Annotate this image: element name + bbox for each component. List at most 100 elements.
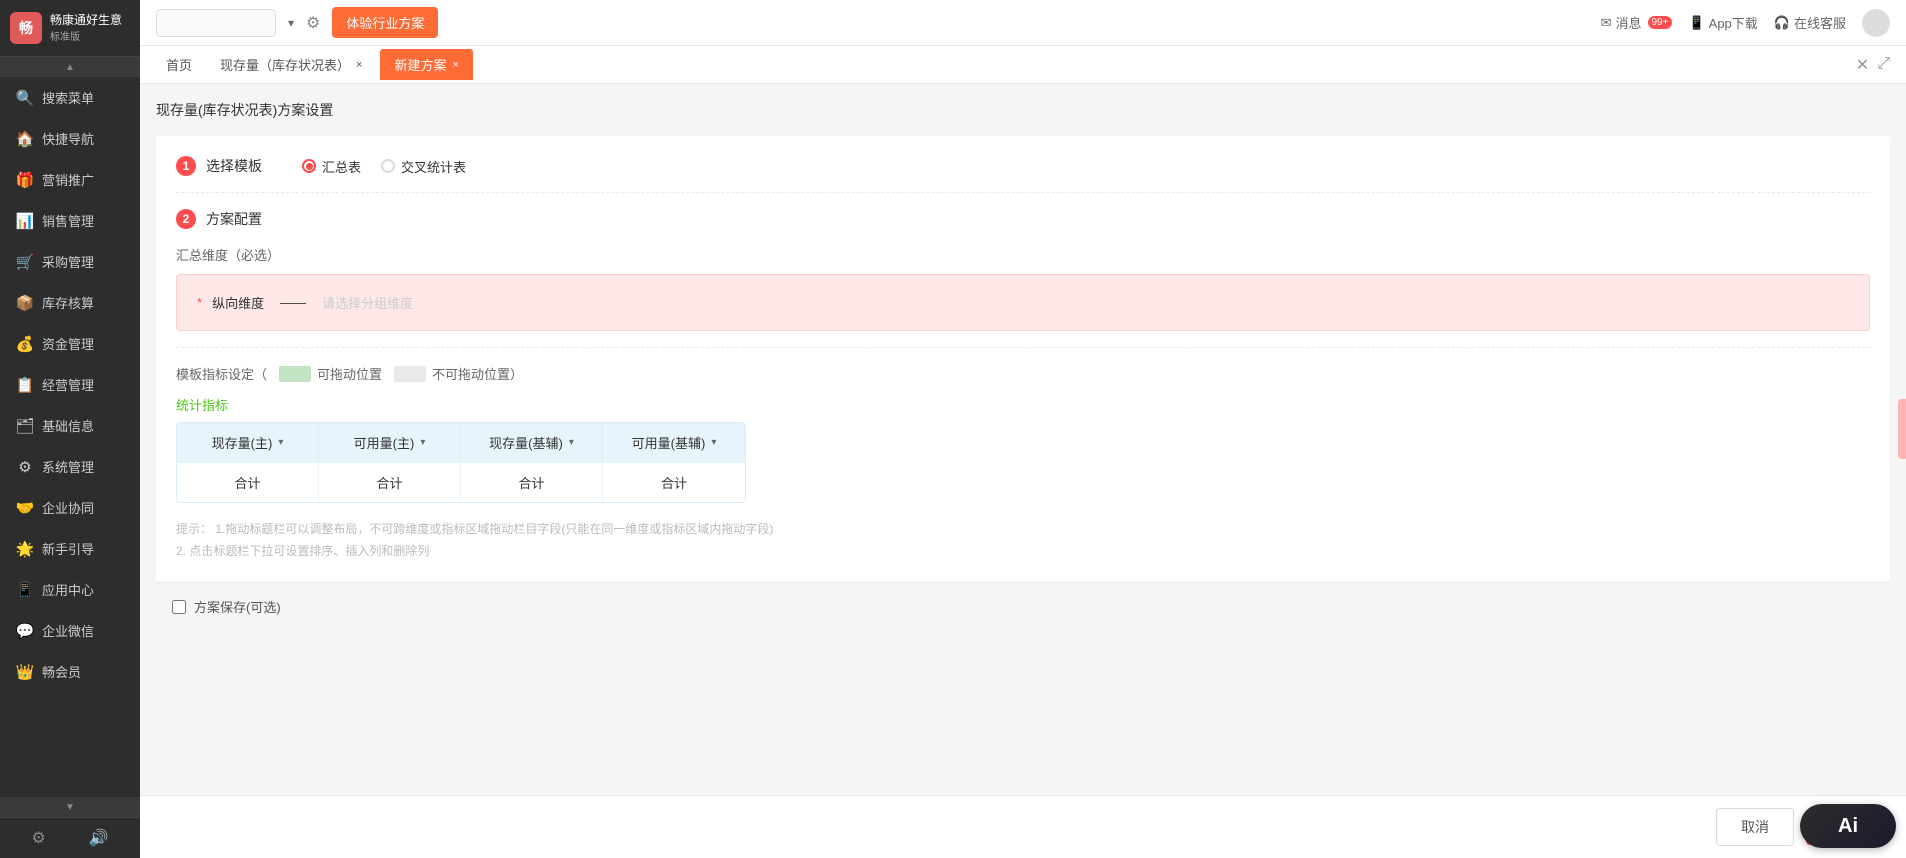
- cell-1-3: 合计: [461, 463, 603, 502]
- sidebar-item-basic[interactable]: 🗂 基础信息: [0, 405, 140, 446]
- tab-new-plan-label: 新建方案: [394, 55, 446, 74]
- sidebar-item-guide[interactable]: 🌟 新手引导: [0, 528, 140, 569]
- sidebar-item-appstore[interactable]: 📱 应用中心: [0, 569, 140, 610]
- stats-table: 现存量(主) ▾ 可用量(主) ▾ 现存量(基辅) ▾ 可用量(基辅) ▾: [176, 422, 746, 503]
- avatar[interactable]: [1862, 9, 1890, 37]
- sidebar-scroll-up[interactable]: ▲: [0, 57, 140, 77]
- sidebar-item-purchase[interactable]: 🛒 采购管理: [0, 241, 140, 282]
- col-header-4[interactable]: 可用量(基辅) ▾: [603, 423, 745, 462]
- stats-title: 统计指标: [176, 395, 1870, 414]
- summary-dim-label: 汇总维度（必选）: [176, 245, 1870, 264]
- topbar: ▾ ⚙ 体验行业方案 ✉ 消息 99+ 📱 App下载 🎧 在线客服: [140, 0, 1906, 46]
- cancel-button[interactable]: 取消: [1716, 808, 1794, 846]
- nodrag-label: 不可拖动位置）: [432, 364, 523, 383]
- nodrag-indicator: 不可拖动位置）: [394, 364, 523, 383]
- app-icon: 📱: [16, 581, 34, 599]
- sidebar-label-nav: 快捷导航: [42, 129, 94, 148]
- tab-home[interactable]: 首页: [156, 49, 202, 80]
- tab-inventory-close[interactable]: ×: [356, 59, 362, 71]
- sidebar-item-search[interactable]: 🔍 搜索菜单: [0, 77, 140, 118]
- cell-1-2: 合计: [319, 463, 461, 502]
- search-input[interactable]: [156, 9, 276, 37]
- sidebar-label-inventory: 库存核算: [42, 293, 94, 312]
- message-item[interactable]: ✉ 消息 99+: [1601, 13, 1673, 32]
- nodrag-box: [394, 366, 426, 382]
- vertical-dim-label: 纵向维度: [212, 293, 264, 312]
- search-icon: 🔍: [16, 89, 34, 107]
- save-checkbox[interactable]: [172, 600, 186, 614]
- save-row: 方案保存(可选): [156, 582, 1890, 630]
- step1-title: 选择模板: [206, 156, 262, 176]
- col2-label: 可用量(主): [354, 433, 415, 452]
- basic-icon: 🗂: [16, 417, 34, 435]
- gift-icon: 🎁: [16, 171, 34, 189]
- sidebar-item-management[interactable]: 📋 经营管理: [0, 364, 140, 405]
- dim-placeholder: 请选择分组维度: [322, 293, 413, 312]
- radio-summary-circle[interactable]: [302, 159, 316, 173]
- col3-label: 现存量(基辅): [489, 433, 563, 452]
- sidebar-label-sales: 销售管理: [42, 211, 94, 230]
- cart-icon: 🛒: [16, 253, 34, 271]
- sidebar-label-search: 搜索菜单: [42, 88, 94, 107]
- sidebar-item-nav[interactable]: 🏠 快捷导航: [0, 118, 140, 159]
- system-icon: ⚙: [16, 458, 34, 476]
- sidebar-item-system[interactable]: ⚙ 系统管理: [0, 446, 140, 487]
- main-content: ▾ ⚙ 体验行业方案 ✉ 消息 99+ 📱 App下载 🎧 在线客服 首页 现存…: [140, 0, 1906, 858]
- col-header-1[interactable]: 现存量(主) ▾: [177, 423, 319, 462]
- sidebar-item-inventory[interactable]: 📦 库存核算: [0, 282, 140, 323]
- home-icon: 🏠: [16, 130, 34, 148]
- drag-label: 可拖动位置: [317, 364, 382, 383]
- drag-box: [279, 366, 311, 382]
- drag-indicator: 可拖动位置: [279, 364, 382, 383]
- collapse-icon[interactable]: ✕: [1856, 55, 1869, 75]
- page-title: 现存量(库存状况表)方案设置: [156, 100, 1890, 120]
- divider2: [176, 347, 1870, 348]
- sidebar-item-marketing[interactable]: 🎁 营销推广: [0, 159, 140, 200]
- field-row[interactable]: * 纵向维度 —— 请选择分组维度: [176, 274, 1870, 331]
- sidebar-item-member[interactable]: 👑 畅会员: [0, 651, 140, 692]
- step1-badge: 1: [176, 156, 196, 176]
- sidebar-nav: 🔍 搜索菜单 🏠 快捷导航 🎁 营销推广 📊 销售管理 🛒 采购管理 📦 库存核…: [0, 77, 140, 797]
- cell-1-1: 合计: [177, 463, 319, 502]
- expand-icon[interactable]: ⤢: [1877, 55, 1890, 75]
- industry-btn[interactable]: 体验行业方案: [332, 7, 438, 38]
- service-item[interactable]: 🎧 在线客服: [1774, 13, 1846, 32]
- radio-cross[interactable]: 交叉统计表: [381, 157, 466, 176]
- radio-cross-circle[interactable]: [381, 159, 395, 173]
- tabs-bar: 首页 现存量（库存状况表） × 新建方案 × ✕ ⤢: [140, 46, 1906, 84]
- col-header-2[interactable]: 可用量(主) ▾: [319, 423, 461, 462]
- sidebar-scroll-down[interactable]: ▼: [0, 797, 140, 817]
- message-label: 消息: [1615, 13, 1641, 32]
- message-badge: 99+: [1648, 16, 1673, 29]
- save-label: 方案保存(可选): [194, 597, 281, 616]
- chevron-2[interactable]: ▾: [420, 437, 425, 448]
- sidebar-item-finance[interactable]: 💰 资金管理: [0, 323, 140, 364]
- ai-badge[interactable]: Ai: [1800, 804, 1896, 848]
- chevron-3[interactable]: ▾: [569, 437, 574, 448]
- sidebar-item-wechat[interactable]: 💬 企业微信: [0, 610, 140, 651]
- settings-icon[interactable]: ⚙: [31, 828, 45, 848]
- dropdown-icon[interactable]: ▾: [288, 16, 294, 30]
- speaker-icon[interactable]: 🔊: [89, 828, 109, 848]
- app-download-label: App下载: [1709, 13, 1758, 32]
- chevron-4[interactable]: ▾: [711, 437, 716, 448]
- management-icon: 📋: [16, 376, 34, 394]
- app-download-item[interactable]: 📱 App下载: [1688, 13, 1757, 32]
- sidebar-label-marketing: 营销推广: [42, 170, 94, 189]
- right-scrollbar[interactable]: [1898, 399, 1906, 459]
- sidebar-label-system: 系统管理: [42, 457, 94, 476]
- template-indicator: 模板指标设定（ 可拖动位置 不可拖动位置）: [176, 364, 1870, 383]
- tab-new-plan-close[interactable]: ×: [452, 59, 458, 71]
- wechat-icon: 💬: [16, 622, 34, 640]
- sidebar-label-finance: 资金管理: [42, 334, 94, 353]
- sidebar-item-sales[interactable]: 📊 销售管理: [0, 200, 140, 241]
- radio-summary[interactable]: 汇总表: [302, 157, 361, 176]
- tab-inventory[interactable]: 现存量（库存状况表） ×: [206, 49, 376, 80]
- topbar-left: ▾ ⚙ 体验行业方案: [156, 7, 438, 38]
- chevron-1[interactable]: ▾: [278, 437, 283, 448]
- topbar-gear-icon[interactable]: ⚙: [306, 13, 320, 33]
- sidebar-item-collab[interactable]: 🤝 企业协同: [0, 487, 140, 528]
- sidebar-logo: 畅 畅康通好生意 标准版: [0, 0, 140, 57]
- col-header-3[interactable]: 现存量(基辅) ▾: [461, 423, 603, 462]
- tab-new-plan[interactable]: 新建方案 ×: [380, 49, 472, 80]
